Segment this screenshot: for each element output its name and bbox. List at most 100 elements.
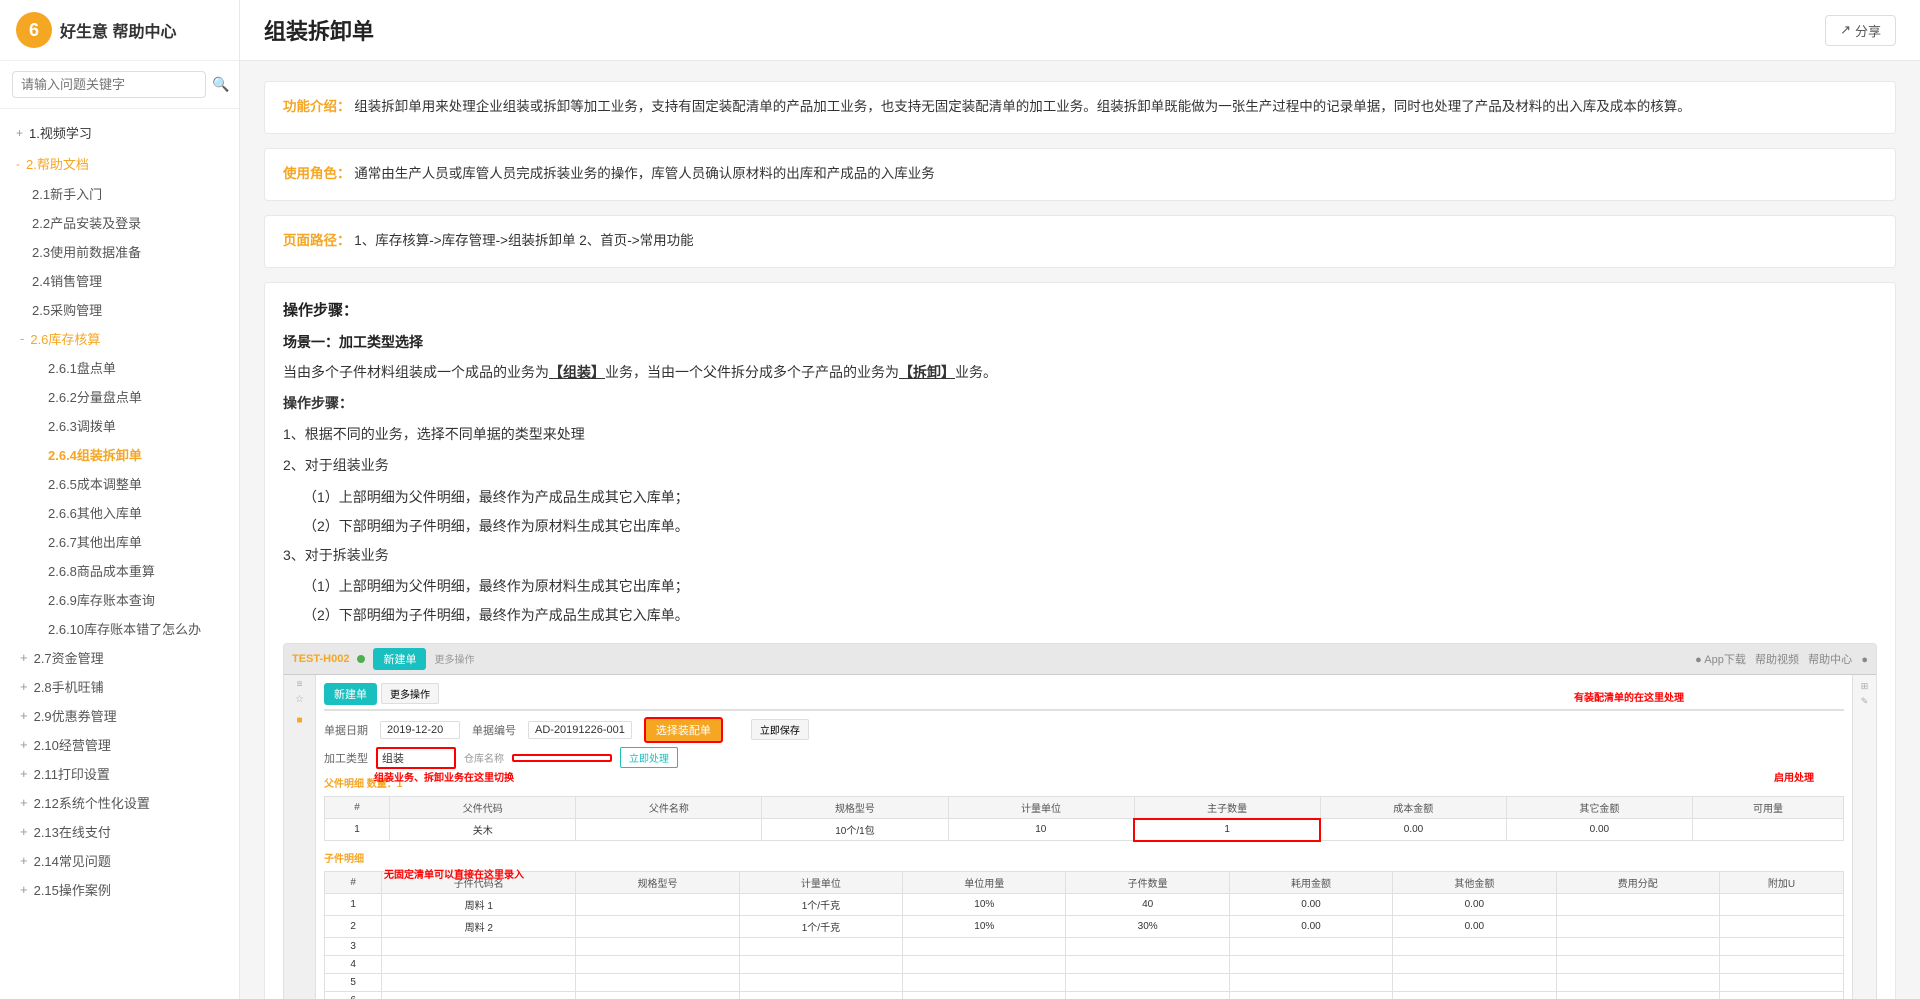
sidebar-item-label: 2.15操作案例 [34,880,111,899]
sidebar-item-stocktake[interactable]: 2.6.1盘点单 [0,353,239,382]
sidebar-item-assembly[interactable]: 2.6.4组装拆卸单 [0,440,239,469]
expand-icon: + [20,679,28,694]
search-input[interactable] [12,71,206,98]
sidebar-item-capital[interactable]: + 2.7资金管理 [0,643,239,672]
path-block: 页面路径： 1、库存核算->库存管理->组装拆卸单 2、首页->常用功能 [264,215,1896,268]
sidebar-item-label: 2.14常见问题 [34,851,111,870]
mock-child-detail-label: 子件明细 无固定清单可以直接在这里录入 [324,850,1844,865]
sidebar-item-label: 2.12系统个性化设置 [34,793,150,812]
collapse-icon: - [16,157,20,171]
expand-icon: + [16,126,23,140]
table-row: 5 [325,973,1844,991]
main-header: 组装拆卸单 ↗ 分享 [240,0,1920,61]
mock-number-label: 单据编号 [472,722,516,738]
mock-warehouse-field: 仓库名称 [464,750,504,765]
table-row: 1 周料 1 1个/千克 10% 40 0.00 0.00 [325,893,1844,915]
annotation1: 有装配清单的在这里处理 [1574,689,1684,704]
sidebar-item-print[interactable]: + 2.11打印设置 [0,759,239,788]
sidebar-item-label: 2.11打印设置 [34,764,110,783]
mock-th-parent-code: 父件代码 [390,796,576,819]
mock-th-other: 其它金额 [1506,796,1692,819]
sidebar-item-label: 2.8手机旺铺 [34,677,104,696]
function-intro-text: 组装拆卸单用来处理企业组装或拆卸等加工业务，支持有固定装配清单的产品加工业务，也… [354,99,1691,114]
mock-more-ops: 更多操作 [434,651,474,666]
expand-icon: + [20,766,28,781]
mock-th-qty: 主子数量 [1134,796,1320,819]
collapse-icon: - [20,331,24,346]
sidebar-item-video[interactable]: + 1.视频学习 [0,117,239,148]
mock-th2-extra: 附加U [1719,871,1843,893]
step1: 1、根据不同的业务，选择不同单据的类型来处理 [283,422,1877,447]
expand-icon: + [20,795,28,810]
mock-th-parent-name: 父件名称 [576,796,762,819]
mock-new-single-btn[interactable]: 新建单 [373,648,426,670]
annotation3: 启用处理 [1774,769,1814,784]
sidebar-item-cases[interactable]: + 2.15操作案例 [0,875,239,904]
sidebar-item-stock-query[interactable]: 2.6.9库存账本查询 [0,585,239,614]
mock-nav-icon1: ≡ [297,679,303,690]
sidebar-item-label: 2.13在线支付 [34,822,111,841]
step2: 2、对于组装业务 [283,453,1877,478]
mock-type-label: 加工类型 [324,750,368,766]
sidebar-item-faq[interactable]: + 2.14常见问题 [0,846,239,875]
role-block: 使用角色： 通常由生产人员或库管人员完成拆装业务的操作，库管人员确认原材料的出库… [264,148,1896,201]
mock-nav-icon3: ■ [296,715,302,726]
share-button[interactable]: ↗ 分享 [1825,15,1896,46]
sidebar-item-sales[interactable]: 2.4销售管理 [0,266,239,295]
mock-tab-new[interactable]: 新建单 [324,683,377,705]
mock-child-table: # 子件代码名 规格型号 计量单位 单位用量 子件数量 耗用金额 其他金额 费用… [324,871,1844,999]
sidebar-item-other-in[interactable]: 2.6.6其他入库单 [0,498,239,527]
table-row: 6 [325,991,1844,999]
expand-icon: + [20,824,28,839]
sidebar-item-online-pay[interactable]: + 2.13在线支付 [0,817,239,846]
sidebar-item-cost[interactable]: 2.6.5成本调整单 [0,469,239,498]
sidebar-item-goods-cost[interactable]: 2.6.8商品成本重算 [0,556,239,585]
table-row: 1 关木 10个/1包 10 1 0.00 0.00 [325,819,1844,841]
table-row: 4 [325,955,1844,973]
scene1-title: 场景一：加工类型选择 [283,332,1877,352]
sidebar-item-inventory[interactable]: - 2.6库存核算 [0,324,239,353]
sidebar-item-stock-error[interactable]: 2.6.10库存账本错了怎么办 [0,614,239,643]
mock-warehouse-input[interactable] [512,754,612,762]
sidebar-item-newcomer[interactable]: 2.1新手入门 [0,179,239,208]
mock-parent-table: # 父件代码 父件名称 规格型号 计量单位 主子数量 成本金额 其它金额 可用量 [324,796,1844,842]
sidebar-item-label: 2.6库存核算 [30,329,100,348]
logo-icon: 6 [16,12,52,48]
scene1-steps-title: 操作步骤： [283,391,1877,416]
step2-sub1: （1）上部明细为父件明细，最终作为产成品生成其它入库单； [283,485,1877,510]
sidebar-item-install[interactable]: 2.2产品安装及登录 [0,208,239,237]
expand-icon: + [20,708,28,723]
mock-save-btn[interactable]: 立即保存 [751,719,809,740]
step2-sub2: （2）下部明细为子件明细，最终作为原材料生成其它出库单。 [283,514,1877,539]
step3-sub1: （1）上部明细为父件明细，最终作为原材料生成其它出库单； [283,574,1877,599]
main-content: 功能介绍： 组装拆卸单用来处理企业组装或拆卸等加工业务，支持有固定装配清单的产品… [240,61,1920,999]
sidebar-item-docs[interactable]: - 2.帮助文档 [0,148,239,179]
sidebar-item-prepare[interactable]: 2.3使用前数据准备 [0,237,239,266]
sidebar-item-operation[interactable]: + 2.10经营管理 [0,730,239,759]
mock-apply-btn[interactable]: 立即处理 [620,747,678,768]
sidebar-item-mobile[interactable]: + 2.8手机旺铺 [0,672,239,701]
sidebar-item-purchase[interactable]: 2.5采购管理 [0,295,239,324]
sidebar-item-adjust[interactable]: 2.6.3调拨单 [0,411,239,440]
scene1-desc: 当由多个子件材料组装成一个成品的业务为【组装】业务，当由一个父件拆分成多个子产品… [283,360,1877,385]
mock-th2-alloc: 费用分配 [1556,871,1719,893]
sidebar: 6 好生意 帮助中心 🔍 + 1.视频学习 - 2.帮助文档 2.1新手入门 2… [0,0,240,999]
sidebar-item-coupon[interactable]: + 2.9优惠券管理 [0,701,239,730]
mock-date-label: 单据日期 [324,722,368,738]
step3-sub2: （2）下部明细为子件明细，最终作为产成品生成其它入库单。 [283,603,1877,628]
mock-th2-child-qty: 子件数量 [1066,871,1229,893]
steps-title: 操作步骤： [283,299,1877,320]
mock-number-val: AD-20191226-001 [528,721,632,739]
sidebar-item-system[interactable]: + 2.12系统个性化设置 [0,788,239,817]
search-icon[interactable]: 🔍 [212,76,229,93]
function-intro-label: 功能介绍： [283,99,351,114]
mock-th2-consume: 耗用金额 [1229,871,1392,893]
mock-app-id: TEST-H002 [292,653,349,665]
sidebar-item-other-out[interactable]: 2.6.7其他出库单 [0,527,239,556]
mock-tab-more[interactable]: 更多操作 [381,683,439,704]
mock-select-assembly-btn[interactable]: 选择装配单 [644,717,723,743]
sidebar-item-partial[interactable]: 2.6.2分量盘点单 [0,382,239,411]
annotation4: 无固定清单可以直接在这里录入 [384,866,524,881]
expand-icon: + [20,882,28,897]
expand-icon: + [20,650,28,665]
